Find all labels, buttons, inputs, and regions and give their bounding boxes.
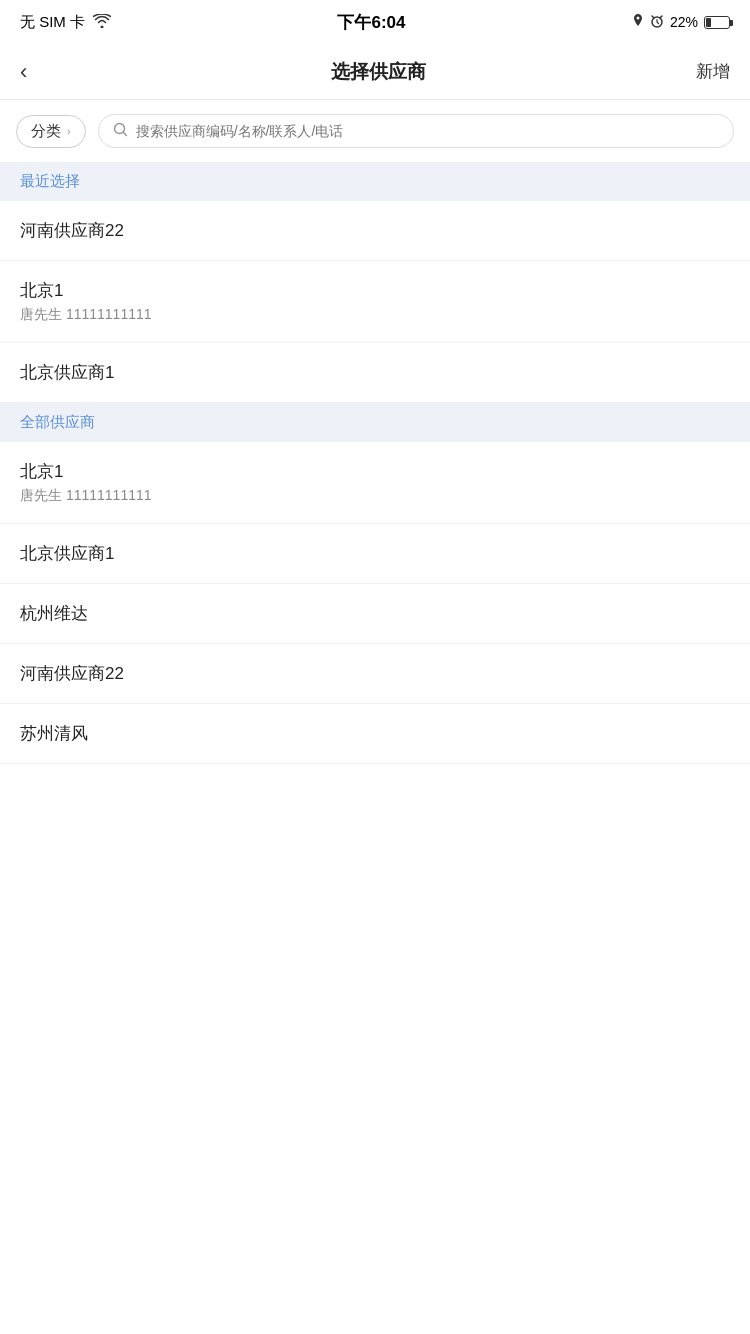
item-name: 北京1 [20, 460, 730, 483]
recent-list: 河南供应商22 北京1 唐先生 11111111111 北京供应商1 [0, 201, 750, 403]
battery-icon [704, 16, 730, 29]
search-input[interactable] [136, 123, 719, 139]
item-detail: 唐先生 11111111111 [20, 306, 730, 324]
item-detail: 唐先生 11111111111 [20, 487, 730, 505]
all-section-label: 全部供应商 [20, 413, 95, 430]
wifi-icon [93, 14, 111, 31]
list-item[interactable]: 苏州清风 [0, 704, 750, 764]
back-button[interactable]: ‹ [20, 59, 60, 85]
category-button[interactable]: 分类 › [16, 115, 86, 148]
item-name: 苏州清风 [20, 722, 730, 745]
list-item[interactable]: 北京供应商1 [0, 524, 750, 584]
carrier-text: 无 SIM 卡 [20, 13, 85, 32]
list-item[interactable]: 北京供应商1 [0, 343, 750, 403]
item-name: 北京供应商1 [20, 361, 730, 384]
alarm-icon [650, 14, 664, 31]
list-item[interactable]: 河南供应商22 [0, 644, 750, 704]
location-icon [632, 14, 644, 31]
all-section-header: 全部供应商 [0, 403, 750, 442]
item-name: 北京1 [20, 279, 730, 302]
page-title: 选择供应商 [331, 59, 426, 85]
item-name: 河南供应商22 [20, 662, 730, 685]
add-button[interactable]: 新增 [696, 60, 730, 83]
category-label: 分类 [31, 122, 61, 141]
recent-section-header: 最近选择 [0, 162, 750, 201]
list-item[interactable]: 北京1 唐先生 11111111111 [0, 261, 750, 343]
list-item[interactable]: 北京1 唐先生 11111111111 [0, 442, 750, 524]
item-name: 河南供应商22 [20, 219, 730, 242]
search-box [98, 114, 734, 148]
status-bar: 无 SIM 卡 下午6:04 22% [0, 0, 750, 44]
status-left: 无 SIM 卡 [20, 13, 111, 32]
recent-section-label: 最近选择 [20, 172, 80, 189]
item-name: 杭州维达 [20, 602, 730, 625]
filter-bar: 分类 › [0, 100, 750, 162]
battery-percentage: 22% [670, 14, 698, 30]
search-icon [113, 122, 128, 140]
chevron-right-icon: › [67, 125, 71, 137]
status-right: 22% [632, 14, 730, 31]
nav-bar: ‹ 选择供应商 新增 [0, 44, 750, 100]
list-item[interactable]: 河南供应商22 [0, 201, 750, 261]
list-item[interactable]: 杭州维达 [0, 584, 750, 644]
all-list: 北京1 唐先生 11111111111 北京供应商1 杭州维达河南供应商22 苏州清风 [0, 442, 750, 764]
status-time: 下午6:04 [337, 11, 405, 34]
item-name: 北京供应商1 [20, 542, 730, 565]
